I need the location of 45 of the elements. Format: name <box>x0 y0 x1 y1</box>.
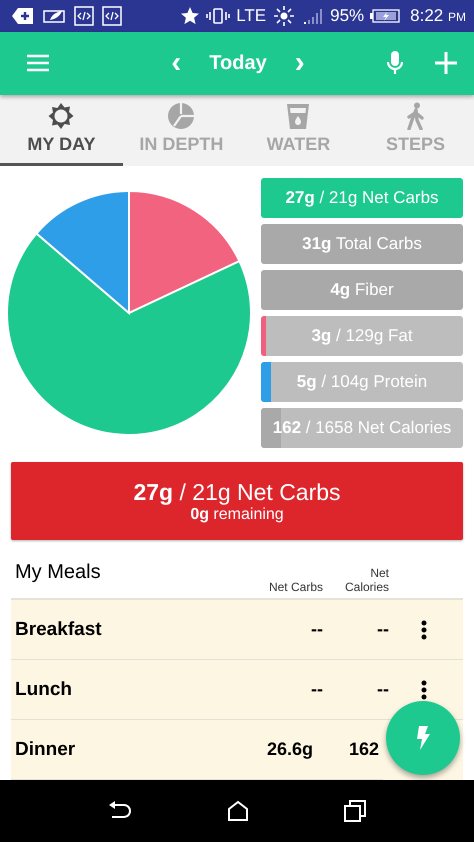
table-cell-text: -- <box>376 679 389 700</box>
signal-icon <box>302 6 324 25</box>
code-icon <box>74 6 94 26</box>
bar-label: 5g / 104g Protein <box>296 372 428 392</box>
next-day-button[interactable]: › <box>294 48 305 78</box>
clock: 8:22 PM <box>410 6 466 26</box>
recent-apps-button[interactable] <box>344 800 366 822</box>
more-options-icon <box>421 620 427 640</box>
network-label: LTE <box>236 6 266 26</box>
star-icon <box>180 6 200 26</box>
table-cell-text: 26.6g <box>266 739 313 760</box>
more-options-icon <box>421 680 427 700</box>
tab[interactable]: WATER <box>240 94 357 166</box>
code-icon <box>102 6 122 26</box>
vibrate-icon <box>206 6 230 25</box>
section-title: My Meals <box>15 560 102 584</box>
column-header: Net Carbs <box>268 580 323 594</box>
bar-label: 4g Fiber <box>330 280 394 300</box>
battery-charging-icon <box>370 8 400 24</box>
bar-label: 27g / 21g Net Carbs <box>285 188 439 208</box>
bar-label: 3g / 129g Fat <box>311 326 413 346</box>
meal-row[interactable]: Breakfast -- -- <box>11 600 463 660</box>
meal-name: Dinner <box>15 738 76 760</box>
tab[interactable]: STEPS <box>356 94 474 166</box>
date-title: Today <box>209 52 267 75</box>
table-cell-text: -- <box>376 619 389 640</box>
battery-percent: 95% <box>330 6 364 26</box>
pie-chart-icon <box>167 102 196 130</box>
bar-label: 162 / 1658 Net Calories <box>272 418 452 438</box>
tab[interactable]: IN DEPTH <box>122 94 240 166</box>
column-header: Net Calories <box>344 566 389 594</box>
lightning-icon <box>415 725 431 751</box>
meal-name: Breakfast <box>15 618 103 640</box>
meal-name: Lunch <box>15 678 73 700</box>
previous-day-button[interactable]: ‹ <box>171 48 182 78</box>
table-cell-text: 162 <box>348 739 379 760</box>
banner-title: 27g / 21g Net Carbs <box>133 478 341 506</box>
table-cell-text: -- <box>310 679 323 700</box>
brightness-icon <box>272 4 296 27</box>
banner-subtitle: 0g remaining <box>190 506 284 524</box>
sun-icon <box>47 102 76 130</box>
home-button[interactable] <box>226 800 249 822</box>
tag-plus-icon <box>12 6 34 25</box>
table-cell-text: -- <box>310 619 323 640</box>
bar-label: 31g Total Carbs <box>302 234 422 254</box>
